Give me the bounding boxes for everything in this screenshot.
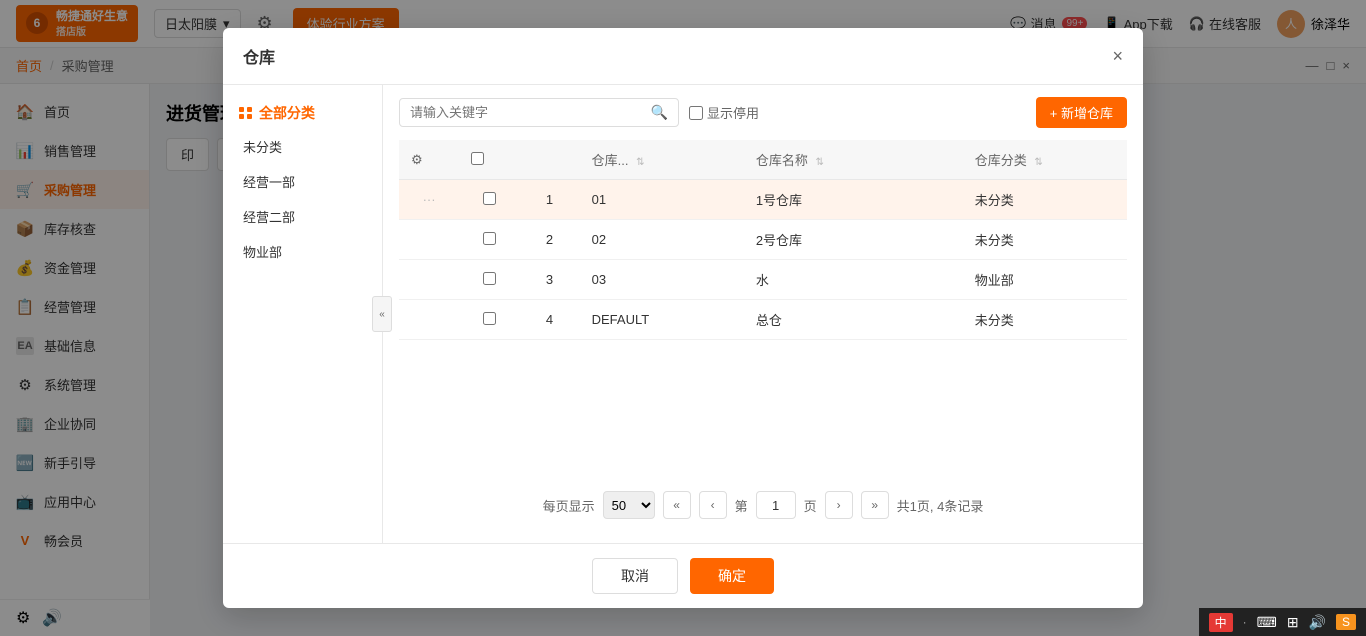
row-category: 物业部 bbox=[963, 260, 1127, 300]
taskbar-grid-icon[interactable]: ⊞ bbox=[1287, 614, 1299, 631]
tree-item-dept2[interactable]: 经营二部 bbox=[231, 199, 374, 234]
col-header-gear: ⚙ bbox=[399, 140, 459, 180]
row-index: 2 bbox=[519, 220, 579, 260]
col-header-category: 仓库分类 ⇅ bbox=[963, 140, 1127, 180]
row-code: 02 bbox=[580, 220, 744, 260]
row-index: 4 bbox=[519, 300, 579, 340]
page-input[interactable] bbox=[756, 491, 796, 519]
tree-dots-icon bbox=[239, 107, 253, 119]
add-warehouse-button[interactable]: + 新增仓库 bbox=[1036, 97, 1127, 128]
row-more-icon[interactable] bbox=[399, 260, 459, 300]
row-index: 3 bbox=[519, 260, 579, 300]
cancel-button[interactable]: 取消 bbox=[592, 558, 678, 594]
row-checkbox-cell bbox=[459, 260, 519, 300]
table-row[interactable]: ··· 1 01 1号仓库 未分类 bbox=[399, 180, 1127, 220]
sort-name-icon[interactable]: ⇅ bbox=[815, 157, 823, 168]
row-name: 2号仓库 bbox=[744, 220, 963, 260]
sort-code-icon[interactable]: ⇅ bbox=[636, 157, 644, 168]
tree-collapse-button[interactable]: « bbox=[372, 296, 392, 332]
col-header-index bbox=[519, 140, 579, 180]
row-checkbox-cell bbox=[459, 180, 519, 220]
row-category: 未分类 bbox=[963, 180, 1127, 220]
row-name: 总仓 bbox=[744, 300, 963, 340]
row-index: 1 bbox=[519, 180, 579, 220]
category-tree: 全部分类 未分类 经营一部 经营二部 物业部 « bbox=[223, 85, 383, 543]
taskbar-s-icon[interactable]: S bbox=[1336, 614, 1356, 630]
modal-body: 全部分类 未分类 经营一部 经营二部 物业部 « 🔍 bbox=[223, 85, 1143, 543]
row-checkbox-cell bbox=[459, 220, 519, 260]
tree-item-dept1[interactable]: 经营一部 bbox=[231, 164, 374, 199]
taskbar: 中 · ⌨ ⊞ 🔊 S bbox=[1199, 608, 1366, 636]
row-more-icon[interactable] bbox=[399, 220, 459, 260]
taskbar-keyboard-icon[interactable]: ⌨ bbox=[1257, 614, 1277, 631]
sort-category-icon[interactable]: ⇅ bbox=[1034, 157, 1042, 168]
taskbar-sound-icon[interactable]: 🔊 bbox=[1309, 614, 1326, 631]
table-row[interactable]: 3 03 水 物业部 bbox=[399, 260, 1127, 300]
warehouse-modal: 仓库 × 全部分类 未分类 经营一部 经营二部 物业部 bbox=[223, 28, 1143, 608]
per-page-select[interactable]: 50 10 20 100 bbox=[603, 491, 655, 519]
row-checkbox[interactable] bbox=[483, 232, 496, 245]
row-name: 1号仓库 bbox=[744, 180, 963, 220]
table-body: ··· 1 01 1号仓库 未分类 2 02 2号仓库 未分类 bbox=[399, 180, 1127, 340]
confirm-button[interactable]: 确定 bbox=[690, 558, 774, 594]
col-header-name: 仓库名称 ⇅ bbox=[744, 140, 963, 180]
warehouse-table: ⚙ 仓库... ⇅ 仓库名称 bbox=[399, 140, 1127, 340]
table-row[interactable]: 4 DEFAULT 总仓 未分类 bbox=[399, 300, 1127, 340]
last-page-button[interactable]: » bbox=[861, 491, 889, 519]
row-code: 03 bbox=[580, 260, 744, 300]
col-header-check bbox=[459, 140, 519, 180]
prev-page-button[interactable]: ‹ bbox=[699, 491, 727, 519]
taskbar-cn[interactable]: 中 bbox=[1209, 613, 1233, 632]
row-checkbox[interactable] bbox=[483, 312, 496, 325]
search-icon[interactable]: 🔍 bbox=[651, 104, 668, 121]
modal-header: 仓库 × bbox=[223, 28, 1143, 85]
taskbar-dot: · bbox=[1243, 615, 1247, 629]
next-page-button[interactable]: › bbox=[825, 491, 853, 519]
table-row[interactable]: 2 02 2号仓库 未分类 bbox=[399, 220, 1127, 260]
gear-icon[interactable]: ⚙ bbox=[411, 152, 423, 167]
select-all-checkbox[interactable] bbox=[471, 152, 484, 165]
pagination: 每页显示 50 10 20 100 « ‹ 第 页 › » 共1页, 4条记录 bbox=[399, 479, 1127, 531]
search-box: 🔍 bbox=[399, 98, 679, 127]
row-more-icon[interactable]: ··· bbox=[399, 180, 459, 220]
row-category: 未分类 bbox=[963, 300, 1127, 340]
row-checkbox[interactable] bbox=[483, 272, 496, 285]
show-disabled-area: 显示停用 bbox=[689, 103, 759, 122]
modal-footer: 取消 确定 bbox=[223, 543, 1143, 608]
table-toolbar: 🔍 显示停用 + 新增仓库 bbox=[399, 97, 1127, 128]
tree-item-property[interactable]: 物业部 bbox=[231, 234, 374, 269]
modal-overlay: 仓库 × 全部分类 未分类 经营一部 经营二部 物业部 bbox=[0, 0, 1366, 636]
row-checkbox-cell bbox=[459, 300, 519, 340]
row-checkbox[interactable] bbox=[483, 192, 496, 205]
show-disabled-checkbox[interactable] bbox=[689, 106, 703, 120]
row-code: 01 bbox=[580, 180, 744, 220]
row-name: 水 bbox=[744, 260, 963, 300]
modal-title: 仓库 bbox=[243, 44, 275, 68]
row-code: DEFAULT bbox=[580, 300, 744, 340]
table-area: 🔍 显示停用 + 新增仓库 ⚙ bbox=[383, 85, 1143, 543]
first-page-button[interactable]: « bbox=[663, 491, 691, 519]
col-header-code: 仓库... ⇅ bbox=[580, 140, 744, 180]
row-more-icon[interactable] bbox=[399, 300, 459, 340]
tree-header-all[interactable]: 全部分类 bbox=[231, 97, 374, 129]
tree-item-uncategorized[interactable]: 未分类 bbox=[231, 129, 374, 164]
modal-close-button[interactable]: × bbox=[1112, 46, 1123, 67]
row-category: 未分类 bbox=[963, 220, 1127, 260]
search-input[interactable] bbox=[410, 105, 651, 120]
